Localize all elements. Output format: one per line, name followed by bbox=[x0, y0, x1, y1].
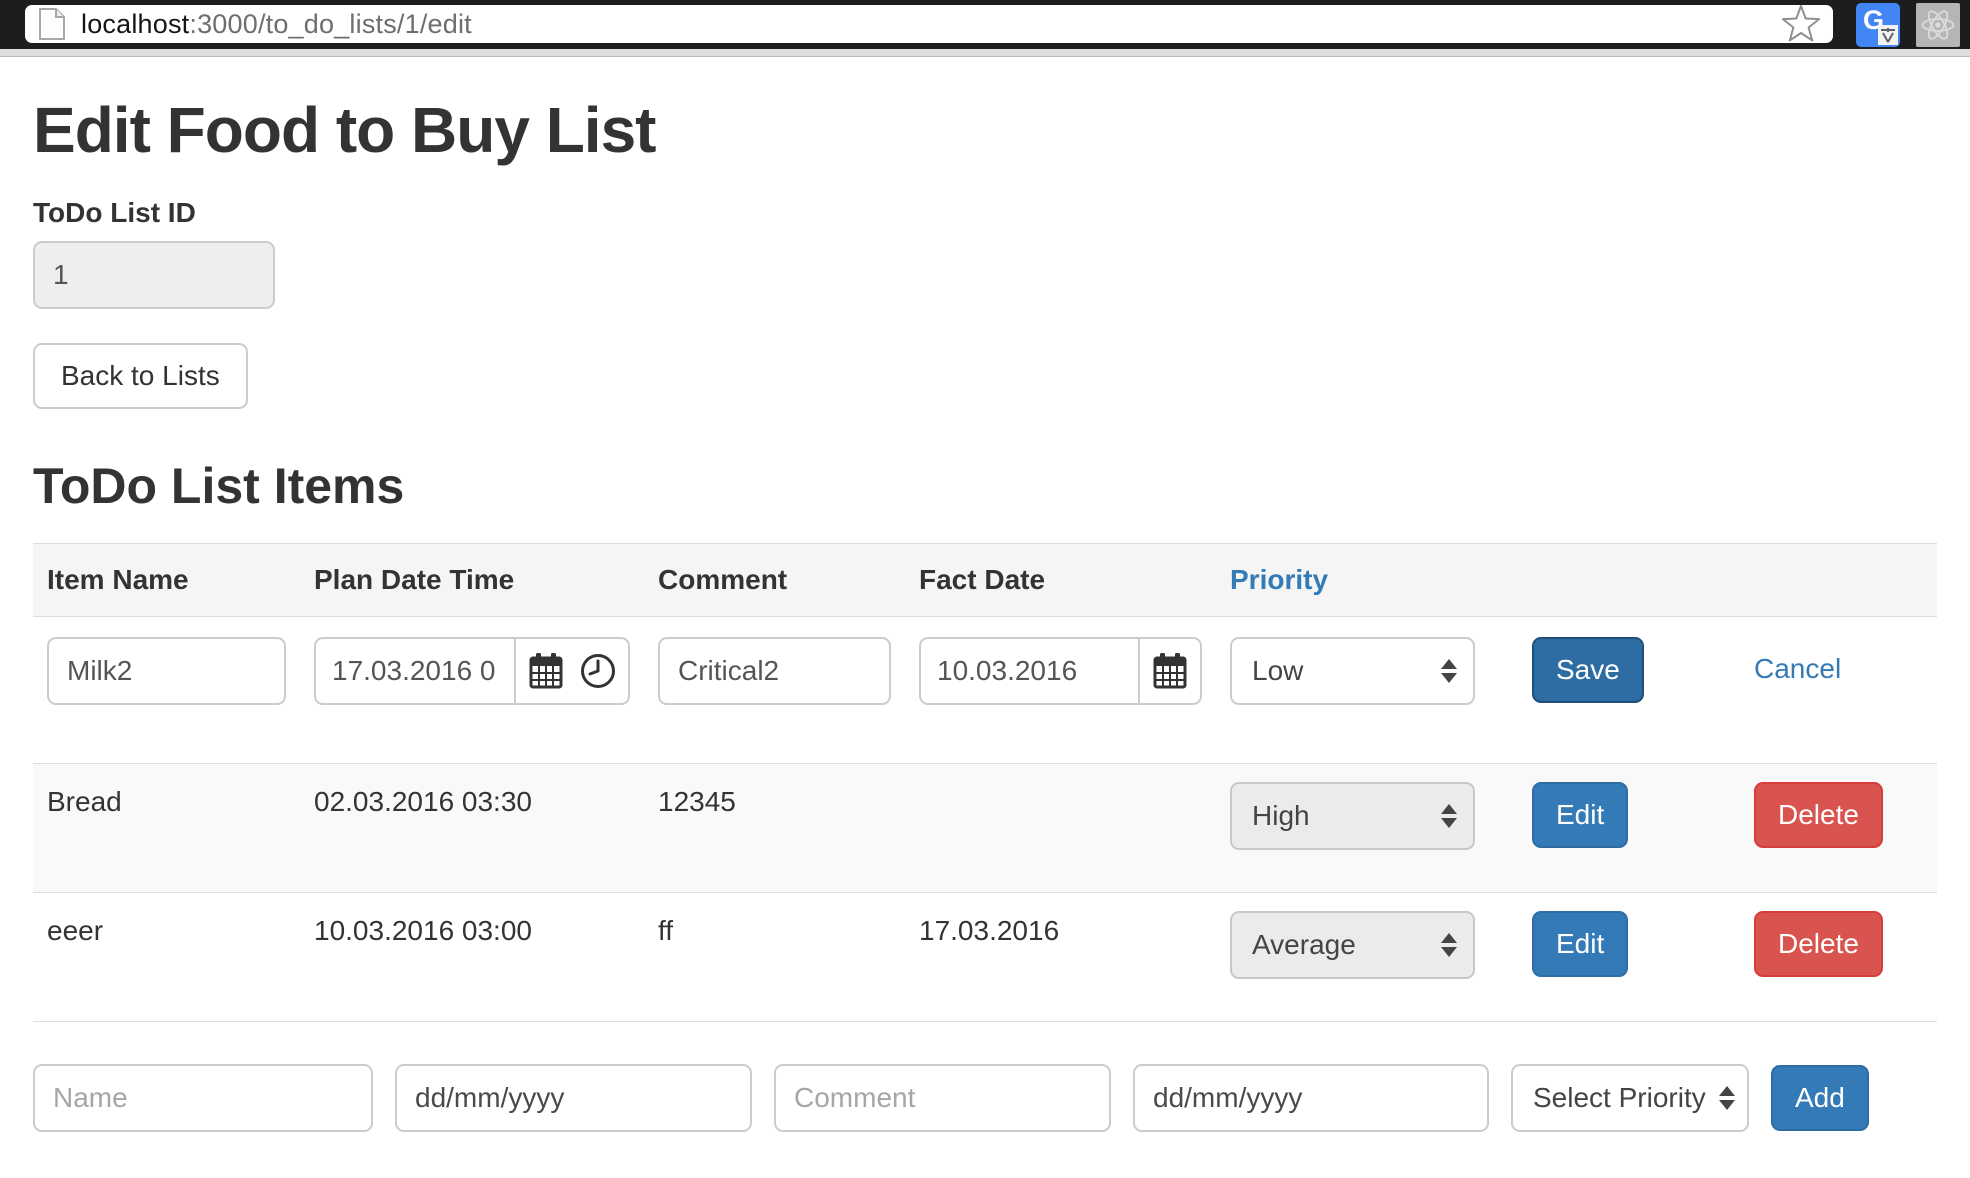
new-plan-date-input[interactable] bbox=[395, 1064, 752, 1132]
todo-list-id-input bbox=[33, 241, 275, 309]
column-header-fact-date: Fact Date bbox=[905, 544, 1216, 617]
priority-select-value: Average bbox=[1252, 929, 1356, 961]
fact-date-input-group bbox=[919, 637, 1202, 705]
comment-cell: 12345 bbox=[644, 764, 905, 893]
select-arrows-icon bbox=[1441, 804, 1457, 828]
priority-select[interactable]: Average bbox=[1230, 911, 1475, 979]
table-row: Bread 02.03.2016 03:30 12345 High Edit D… bbox=[33, 764, 1937, 893]
column-header-comment: Comment bbox=[644, 544, 905, 617]
calendar-icon[interactable] bbox=[528, 652, 564, 690]
calendar-icon[interactable] bbox=[1152, 652, 1188, 690]
back-to-lists-button[interactable]: Back to Lists bbox=[33, 343, 248, 409]
column-header-actions-1 bbox=[1518, 544, 1740, 617]
page-content: Edit Food to Buy List ToDo List ID Back … bbox=[0, 93, 1970, 1132]
clock-icon[interactable] bbox=[580, 653, 616, 689]
priority-select-value: Low bbox=[1252, 655, 1303, 687]
plan-date-time-cell: 02.03.2016 03:30 bbox=[300, 764, 644, 893]
cancel-link[interactable]: Cancel bbox=[1754, 637, 1841, 685]
column-header-actions-2 bbox=[1740, 544, 1937, 617]
browser-chrome: localhost:3000/to_do_lists/1/edit G bbox=[0, 0, 1970, 49]
translate-extension-icon[interactable]: G bbox=[1856, 3, 1900, 47]
page-icon bbox=[37, 7, 67, 41]
new-priority-select[interactable]: Select Priority bbox=[1511, 1064, 1749, 1132]
select-arrows-icon bbox=[1441, 659, 1457, 683]
item-name-cell: eeer bbox=[33, 893, 300, 1022]
datetime-picker-addon bbox=[514, 639, 628, 703]
priority-select-value: Select Priority bbox=[1533, 1082, 1706, 1114]
comment-input[interactable] bbox=[658, 637, 891, 705]
add-button[interactable]: Add bbox=[1771, 1065, 1869, 1131]
translate-bubble-icon bbox=[1878, 25, 1898, 45]
table-row: eeer 10.03.2016 03:00 ff 17.03.2016 Aver… bbox=[33, 893, 1937, 1022]
add-item-form: Select Priority Add bbox=[33, 1064, 1937, 1132]
new-comment-input[interactable] bbox=[774, 1064, 1111, 1132]
url-host: localhost bbox=[81, 9, 189, 39]
todo-list-id-group: ToDo List ID bbox=[33, 197, 1937, 309]
plan-date-time-cell: 10.03.2016 03:00 bbox=[300, 893, 644, 1022]
todo-list-id-label: ToDo List ID bbox=[33, 197, 1937, 229]
table-header-row: Item Name Plan Date Time Comment Fact Da… bbox=[33, 544, 1937, 617]
column-header-item-name: Item Name bbox=[33, 544, 300, 617]
address-bar[interactable]: localhost:3000/to_do_lists/1/edit bbox=[25, 5, 1833, 43]
table-row-editing: Low Save Cancel bbox=[33, 617, 1937, 764]
delete-button[interactable]: Delete bbox=[1754, 911, 1883, 977]
fact-date-input[interactable] bbox=[921, 639, 1138, 703]
priority-select[interactable]: High bbox=[1230, 782, 1475, 850]
select-arrows-icon bbox=[1719, 1086, 1735, 1110]
chrome-divider bbox=[0, 49, 1970, 57]
save-button[interactable]: Save bbox=[1532, 637, 1644, 703]
edit-button[interactable]: Edit bbox=[1532, 911, 1628, 977]
edit-button[interactable]: Edit bbox=[1532, 782, 1628, 848]
react-devtools-icon[interactable] bbox=[1916, 3, 1960, 47]
delete-button[interactable]: Delete bbox=[1754, 782, 1883, 848]
url-text: localhost:3000/to_do_lists/1/edit bbox=[81, 9, 472, 40]
comment-cell: ff bbox=[644, 893, 905, 1022]
new-fact-date-input[interactable] bbox=[1133, 1064, 1489, 1132]
plan-date-time-input[interactable] bbox=[316, 639, 514, 703]
column-header-priority-link[interactable]: Priority bbox=[1230, 564, 1328, 595]
plan-date-time-input-group bbox=[314, 637, 630, 705]
item-name-input[interactable] bbox=[47, 637, 286, 705]
fact-date-cell bbox=[905, 764, 1216, 893]
fact-date-cell: 17.03.2016 bbox=[905, 893, 1216, 1022]
page-title: Edit Food to Buy List bbox=[33, 93, 1937, 167]
item-name-cell: Bread bbox=[33, 764, 300, 893]
priority-select[interactable]: Low bbox=[1230, 637, 1475, 705]
date-picker-addon bbox=[1138, 639, 1200, 703]
priority-select-value: High bbox=[1252, 800, 1310, 832]
bookmark-star-icon[interactable] bbox=[1781, 4, 1821, 44]
column-header-plan-date-time: Plan Date Time bbox=[300, 544, 644, 617]
url-path: :3000/to_do_lists/1/edit bbox=[189, 9, 472, 39]
items-heading: ToDo List Items bbox=[33, 457, 1937, 515]
new-item-name-input[interactable] bbox=[33, 1064, 373, 1132]
todo-items-table: Item Name Plan Date Time Comment Fact Da… bbox=[33, 543, 1937, 1022]
select-arrows-icon bbox=[1441, 933, 1457, 957]
